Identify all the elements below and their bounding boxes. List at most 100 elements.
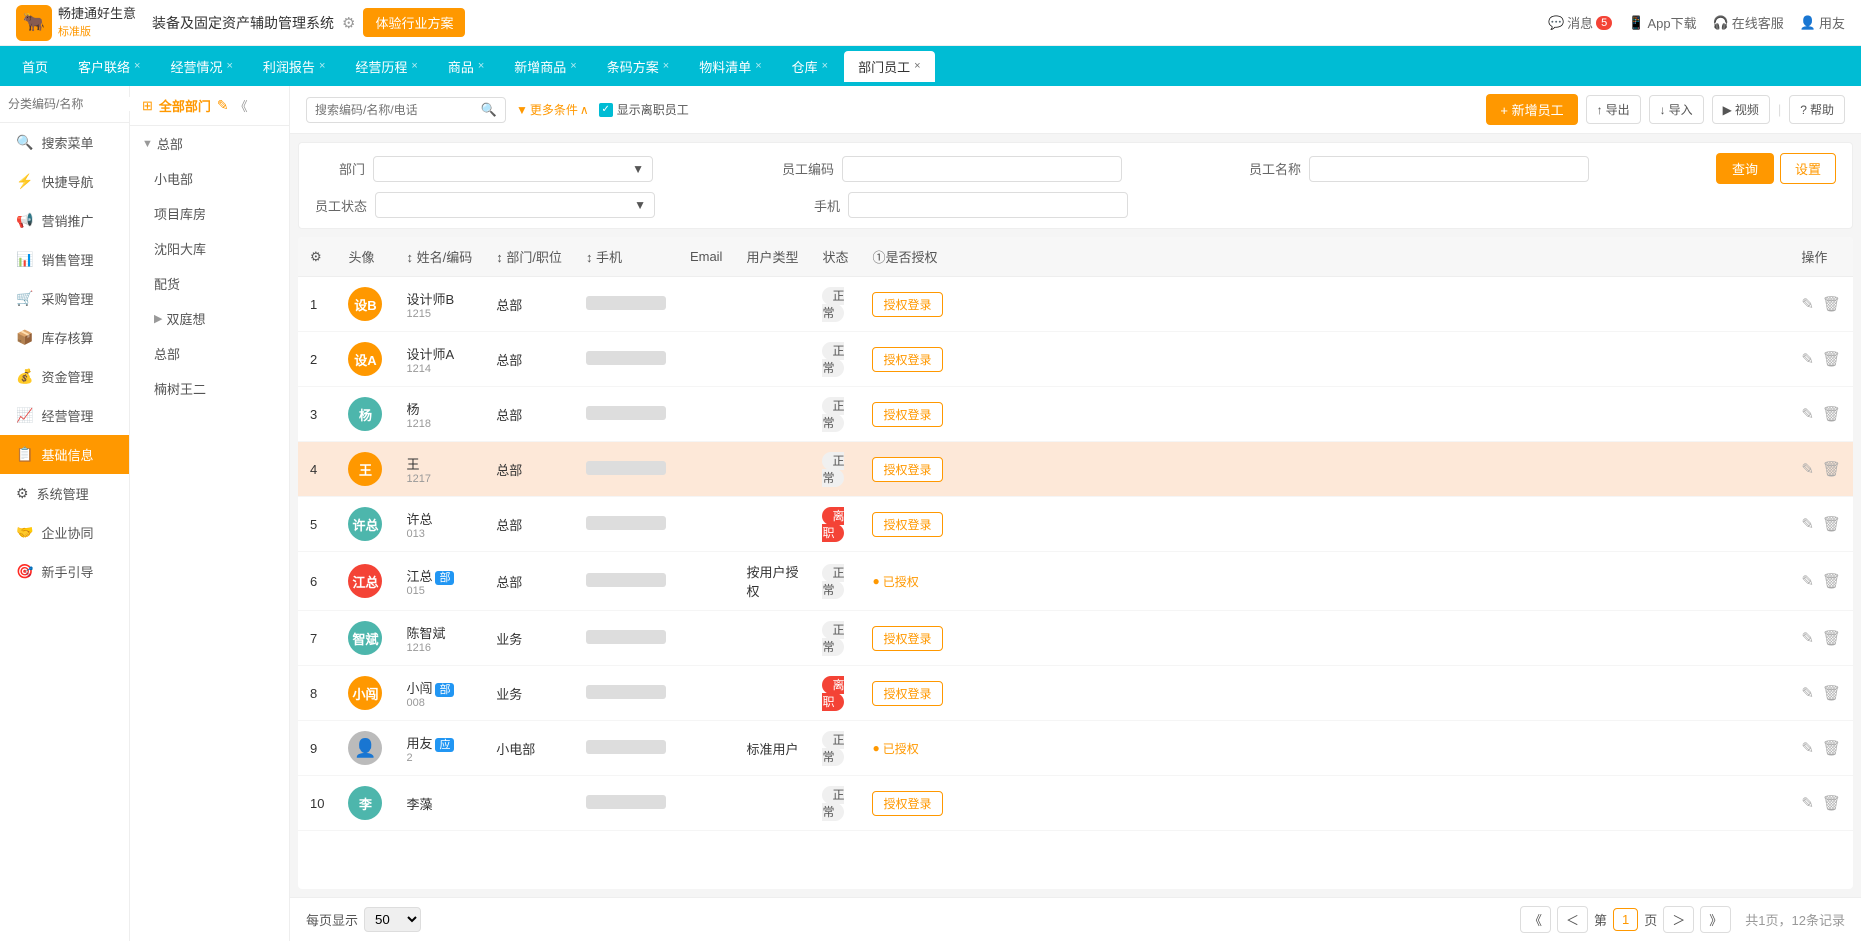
help-btn[interactable]: ? 帮助 (1789, 95, 1845, 124)
add-employee-btn[interactable]: + 新增员工 (1486, 94, 1577, 125)
auth-login-btn[interactable]: 授权登录 (872, 791, 942, 816)
next-page-btn[interactable]: ＞ (1663, 906, 1694, 933)
col-settings[interactable]: ⚙ (298, 237, 336, 277)
col-name[interactable]: ↕ 姓名/编码 (394, 237, 484, 277)
nav-tab-首页[interactable]: 首页 (8, 51, 62, 82)
nav-tab-物料清单[interactable]: 物料清单 × (685, 51, 775, 82)
tab-close-经营情况[interactable]: × (226, 60, 232, 72)
delete-btn[interactable]: 🗑 (1822, 405, 1841, 423)
edit-btn[interactable]: ✎ (1801, 572, 1814, 590)
user-avatar[interactable]: 👤 用友 (1800, 13, 1845, 32)
nav-tab-商品[interactable]: 商品 × (434, 51, 498, 82)
sidebar-item-营销推广[interactable]: 📢营销推广 (0, 201, 129, 240)
sidebar-item-系统管理[interactable]: ⚙系统管理 (0, 474, 129, 513)
first-page-btn[interactable]: 《 (1520, 906, 1551, 933)
edit-btn[interactable]: ✎ (1801, 405, 1814, 423)
delete-btn[interactable]: 🗑 (1822, 794, 1841, 812)
edit-btn[interactable]: ✎ (1801, 350, 1814, 368)
filter-dept-select[interactable]: ▼ (373, 156, 653, 182)
delete-btn[interactable]: 🗑 (1822, 629, 1841, 647)
prev-page-btn[interactable]: ＜ (1557, 906, 1588, 933)
sidebar-item-销售管理[interactable]: 📊销售管理 (0, 240, 129, 279)
dept-item-配货-4[interactable]: 配货 (130, 266, 289, 301)
delete-btn[interactable]: 🗑 (1822, 295, 1841, 313)
edit-btn[interactable]: ✎ (1801, 629, 1814, 647)
delete-btn[interactable]: 🗑 (1822, 515, 1841, 533)
dept-collapse-icon[interactable]: 《 (235, 96, 248, 115)
delete-btn[interactable]: 🗑 (1822, 684, 1841, 702)
edit-btn[interactable]: ✎ (1801, 460, 1814, 478)
tab-close-条码方案[interactable]: × (663, 60, 669, 72)
auth-login-btn[interactable]: 授权登录 (872, 681, 942, 706)
tab-close-利润报告[interactable]: × (319, 60, 325, 72)
tab-close-经营历程[interactable]: × (411, 60, 417, 72)
dept-item-总部-6[interactable]: 总部 (130, 336, 289, 371)
col-dept[interactable]: ↕ 部门/职位 (484, 237, 574, 277)
auth-login-btn[interactable]: 授权登录 (872, 512, 942, 537)
import-btn[interactable]: ↓ 导入 (1649, 95, 1704, 124)
sidebar-item-经营管理[interactable]: 📈经营管理 (0, 396, 129, 435)
edit-btn[interactable]: ✎ (1801, 739, 1814, 757)
trial-btn[interactable]: 体验行业方案 (363, 8, 465, 37)
auth-login-btn[interactable]: 授权登录 (872, 626, 942, 651)
tab-close-客户联络[interactable]: × (134, 60, 140, 72)
view-btn[interactable]: ▶ 视频 (1712, 95, 1770, 124)
app-download-btn[interactable]: 📱 App下载 (1628, 13, 1696, 32)
per-page-select[interactable]: 50 100 (364, 907, 421, 932)
msg-btn[interactable]: 💬 消息 5 (1548, 13, 1612, 32)
dept-item-楠树王二-7[interactable]: 楠树王二 (130, 371, 289, 406)
delete-btn[interactable]: 🗑 (1822, 460, 1841, 478)
edit-btn[interactable]: ✎ (1801, 295, 1814, 313)
edit-btn[interactable]: ✎ (1801, 515, 1814, 533)
tab-close-物料清单[interactable]: × (755, 60, 761, 72)
dept-item-总部-0[interactable]: ▼总部 (130, 126, 289, 161)
sidebar-item-快捷导航[interactable]: ⚡快捷导航 (0, 162, 129, 201)
last-page-btn[interactable]: 》 (1700, 906, 1731, 933)
nav-tab-经营历程[interactable]: 经营历程 × (341, 51, 431, 82)
search-input[interactable] (315, 103, 477, 117)
more-filter-btn[interactable]: ▼ 更多条件 ∧ (516, 101, 589, 118)
sidebar-item-库存核算[interactable]: 📦库存核算 (0, 318, 129, 357)
nav-tab-仓库[interactable]: 仓库 × (778, 51, 842, 82)
set-btn[interactable]: 设置 (1780, 153, 1836, 184)
delete-btn[interactable]: 🗑 (1822, 739, 1841, 757)
sidebar-item-基础信息[interactable]: 📋基础信息 (0, 435, 129, 474)
edit-btn[interactable]: ✎ (1801, 684, 1814, 702)
auth-login-btn[interactable]: 授权登录 (872, 457, 942, 482)
sidebar-item-资金管理[interactable]: 💰资金管理 (0, 357, 129, 396)
filter-emp-code-input[interactable] (842, 156, 1122, 182)
gear-icon[interactable]: ⚙ (342, 14, 355, 32)
dept-item-小电部-1[interactable]: 小电部 (130, 161, 289, 196)
show-resigned-checkbox[interactable]: ✓ (599, 103, 613, 117)
nav-tab-经营情况[interactable]: 经营情况 × (156, 51, 246, 82)
tab-close-部门员工[interactable]: × (914, 60, 920, 72)
col-phone[interactable]: ↕ 手机 (574, 237, 678, 277)
dept-item-项目库房-2[interactable]: 项目库房 (130, 196, 289, 231)
auth-login-btn[interactable]: 授权登录 (872, 402, 942, 427)
support-btn[interactable]: 🎧 在线客服 (1713, 13, 1784, 32)
delete-btn[interactable]: 🗑 (1822, 572, 1841, 590)
nav-tab-利润报告[interactable]: 利润报告 × (249, 51, 339, 82)
sidebar-item-搜索菜单[interactable]: 🔍搜索菜单 (0, 123, 129, 162)
filter-emp-status-select[interactable]: ▼ (375, 192, 655, 218)
delete-btn[interactable]: 🗑 (1822, 350, 1841, 368)
dept-item-双庭想-5[interactable]: ▶双庭想 (130, 301, 289, 336)
search-icon[interactable]: 🔍 (481, 102, 497, 118)
nav-tab-部门员工[interactable]: 部门员工 × (844, 51, 934, 82)
tab-close-商品[interactable]: × (478, 60, 484, 72)
search-btn[interactable]: 查询 (1716, 153, 1774, 184)
dept-item-沈阳大库-3[interactable]: 沈阳大库 (130, 231, 289, 266)
auth-login-btn[interactable]: 授权登录 (872, 347, 942, 372)
export-btn[interactable]: ↑ 导出 (1586, 95, 1641, 124)
dept-edit-icon[interactable]: ✎ (217, 97, 229, 114)
edit-btn[interactable]: ✎ (1801, 794, 1814, 812)
tab-close-新增商品[interactable]: × (570, 60, 576, 72)
nav-tab-新增商品[interactable]: 新增商品 × (500, 51, 590, 82)
nav-tab-条码方案[interactable]: 条码方案 × (593, 51, 683, 82)
filter-phone-input[interactable] (848, 192, 1128, 218)
sidebar-item-新手引导[interactable]: 🎯新手引导 (0, 552, 129, 591)
nav-tab-客户联络[interactable]: 客户联络 × (64, 51, 154, 82)
auth-login-btn[interactable]: 授权登录 (872, 292, 942, 317)
sidebar-item-企业协同[interactable]: 🤝企业协同 (0, 513, 129, 552)
tab-close-仓库[interactable]: × (822, 60, 828, 72)
